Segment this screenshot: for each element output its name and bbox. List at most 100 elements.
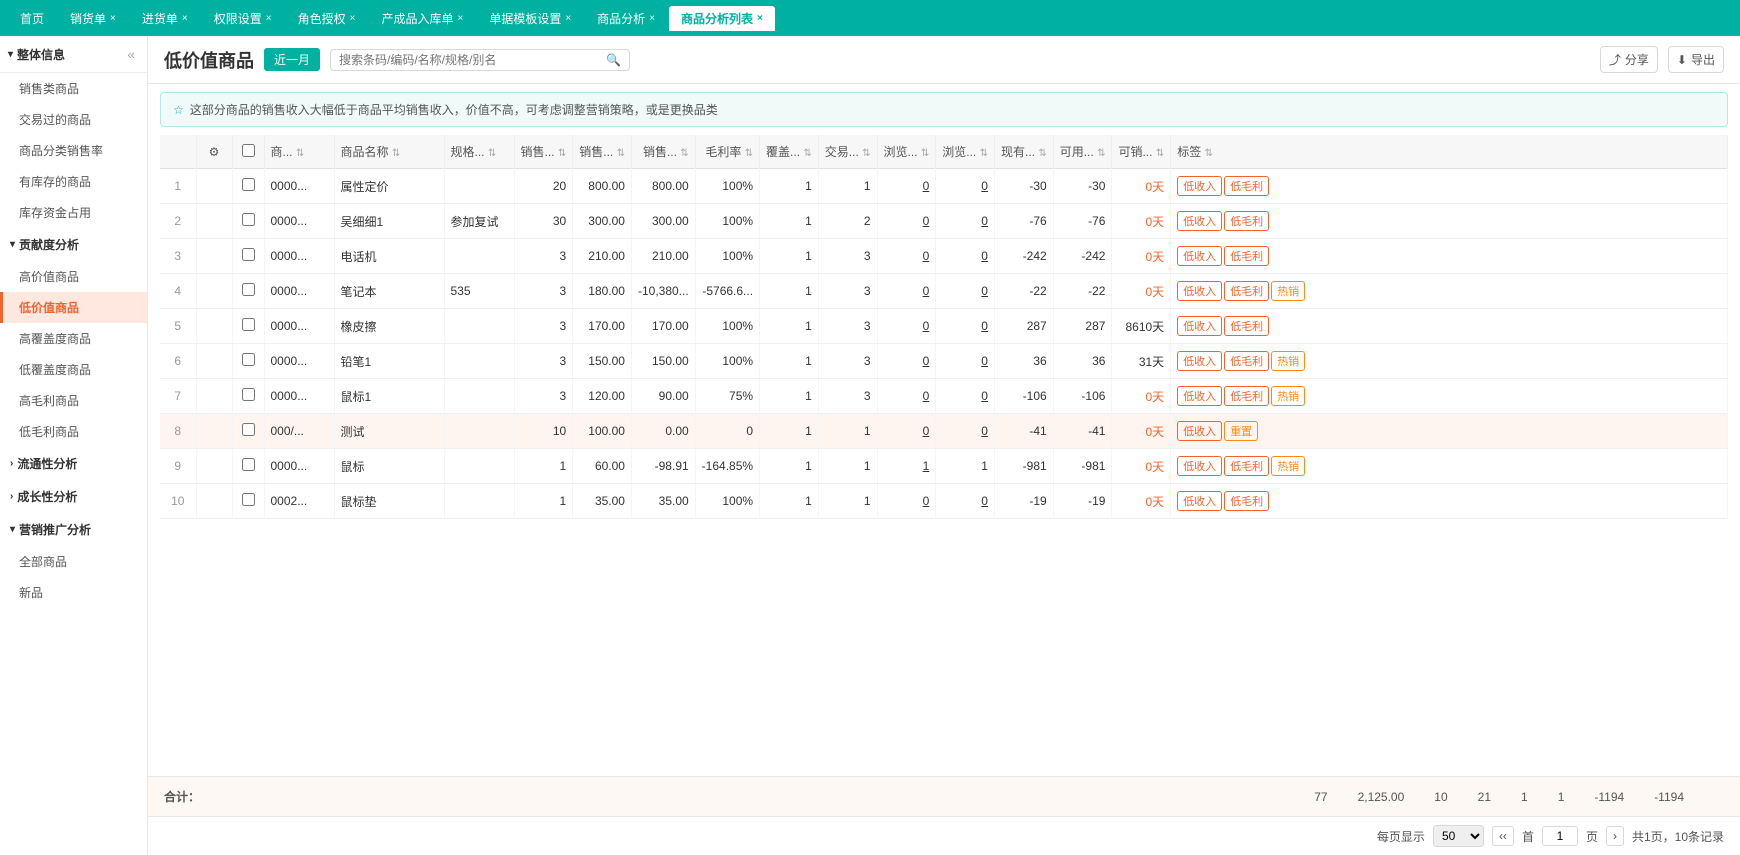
row-view1[interactable]: 0	[877, 204, 936, 239]
nav-sales[interactable]: 销货单 ×	[58, 6, 128, 31]
nav-auth-settings[interactable]: 权限设置 ×	[202, 6, 284, 31]
sidebar-item-stock-capital[interactable]: 库存资金占用	[0, 197, 147, 228]
col-stock-current-header[interactable]: 现有... ⇅	[994, 135, 1053, 169]
export-button[interactable]: ⬇ 导出	[1668, 46, 1724, 73]
row-checkbox[interactable]	[242, 213, 255, 226]
sidebar-group-growth[interactable]: › 成长性分析	[0, 480, 147, 513]
close-product-analysis-icon[interactable]: ×	[649, 13, 655, 24]
row-checkbox[interactable]	[242, 248, 255, 261]
row-checkbox[interactable]	[242, 423, 255, 436]
sidebar-item-category-sales-rate[interactable]: 商品分类销售率	[0, 135, 147, 166]
nav-role-auth[interactable]: 角色授权 ×	[286, 6, 368, 31]
col-coverage-header[interactable]: 覆盖... ⇅	[760, 135, 819, 169]
view1-link[interactable]: 0	[923, 494, 930, 508]
view1-link[interactable]: 0	[923, 249, 930, 263]
sidebar-item-all-products[interactable]: 全部商品	[0, 546, 147, 577]
period-button[interactable]: 近一月	[264, 48, 320, 71]
row-checkbox-cell[interactable]	[232, 484, 264, 519]
nav-template-settings[interactable]: 单据模板设置 ×	[477, 6, 583, 31]
view1-link[interactable]: 0	[923, 319, 930, 333]
col-checkbox-header[interactable]	[232, 135, 264, 169]
row-checkbox-cell[interactable]	[232, 414, 264, 449]
col-trade-header[interactable]: 交易... ⇅	[818, 135, 877, 169]
row-checkbox[interactable]	[242, 178, 255, 191]
sidebar-item-sales-products[interactable]: 销售类商品	[0, 73, 147, 104]
row-checkbox[interactable]	[242, 388, 255, 401]
row-checkbox-cell[interactable]	[232, 274, 264, 309]
row-checkbox[interactable]	[242, 458, 255, 471]
view1-link[interactable]: 1	[923, 459, 930, 473]
page-input[interactable]	[1542, 826, 1578, 846]
col-sale-amount-header[interactable]: 销售... ⇅	[631, 135, 695, 169]
col-name-header[interactable]: 商品名称 ⇅	[334, 135, 444, 169]
sidebar-item-new-products[interactable]: 新品	[0, 577, 147, 608]
row-checkbox-cell[interactable]	[232, 344, 264, 379]
row-checkbox-cell[interactable]	[232, 239, 264, 274]
sidebar-item-high-value[interactable]: 高价值商品	[0, 261, 147, 292]
col-profit-rate-header[interactable]: 毛利率 ⇅	[695, 135, 759, 169]
nav-product-analysis[interactable]: 商品分析 ×	[585, 6, 667, 31]
page-size-select[interactable]: 50 100 200	[1433, 825, 1484, 847]
sidebar-item-high-profit[interactable]: 高毛利商品	[0, 385, 147, 416]
sidebar-item-in-stock[interactable]: 有库存的商品	[0, 166, 147, 197]
view1-link[interactable]: 0	[923, 389, 930, 403]
row-view1[interactable]: 0	[877, 309, 936, 344]
row-checkbox-cell[interactable]	[232, 309, 264, 344]
sidebar-group-marketing[interactable]: ▾ 营销推广分析	[0, 513, 147, 546]
share-button[interactable]: ⤴ 分享	[1600, 46, 1658, 73]
row-view1[interactable]: 0	[877, 274, 936, 309]
sidebar-collapse-button[interactable]: «	[123, 42, 139, 66]
col-sale-price-header[interactable]: 销售... ⇅	[573, 135, 632, 169]
nav-product-inbound[interactable]: 产成品入库单 ×	[369, 6, 475, 31]
close-sales-icon[interactable]: ×	[110, 13, 116, 24]
nav-product-analysis-list[interactable]: 商品分析列表 ×	[669, 6, 775, 31]
row-view1[interactable]: 1	[877, 449, 936, 484]
col-stock-available-header[interactable]: 可用... ⇅	[1053, 135, 1112, 169]
close-product-inbound-icon[interactable]: ×	[457, 13, 463, 24]
row-view1[interactable]: 0	[877, 239, 936, 274]
sidebar-item-low-profit[interactable]: 低毛利商品	[0, 416, 147, 447]
nav-purchase[interactable]: 进货单 ×	[130, 6, 200, 31]
sidebar-item-low-value[interactable]: 低价值商品	[0, 292, 147, 323]
view1-link[interactable]: 0	[923, 284, 930, 298]
row-view1[interactable]: 0	[877, 169, 936, 204]
next-page-button[interactable]: ›	[1606, 826, 1624, 846]
col-code-header[interactable]: 商... ⇅	[264, 135, 334, 169]
close-analysis-list-icon[interactable]: ×	[757, 13, 763, 24]
row-checkbox-cell[interactable]	[232, 169, 264, 204]
row-view1[interactable]: 0	[877, 414, 936, 449]
sidebar-item-high-coverage[interactable]: 高覆盖度商品	[0, 323, 147, 354]
close-purchase-icon[interactable]: ×	[182, 13, 188, 24]
row-checkbox[interactable]	[242, 318, 255, 331]
col-spec-header[interactable]: 规格... ⇅	[444, 135, 514, 169]
row-checkbox-cell[interactable]	[232, 379, 264, 414]
row-view1[interactable]: 0	[877, 379, 936, 414]
close-role-auth-icon[interactable]: ×	[350, 13, 356, 24]
col-settings-header[interactable]: ⚙	[196, 135, 232, 169]
row-view1[interactable]: 0	[877, 344, 936, 379]
sidebar-group-overall[interactable]: ▾ 整体信息	[8, 46, 65, 63]
close-auth-settings-icon[interactable]: ×	[266, 13, 272, 24]
search-input[interactable]	[339, 53, 600, 67]
row-checkbox[interactable]	[242, 283, 255, 296]
col-view1-header[interactable]: 浏览... ⇅	[877, 135, 936, 169]
row-checkbox[interactable]	[242, 493, 255, 506]
view1-link[interactable]: 0	[923, 354, 930, 368]
sidebar-item-low-coverage[interactable]: 低覆盖度商品	[0, 354, 147, 385]
nav-home[interactable]: 首页	[8, 6, 56, 31]
col-stock-saleable-header[interactable]: 可销... ⇅	[1112, 135, 1171, 169]
col-view2-header[interactable]: 浏览... ⇅	[936, 135, 995, 169]
close-template-icon[interactable]: ×	[565, 13, 571, 24]
row-checkbox-cell[interactable]	[232, 449, 264, 484]
view1-link[interactable]: 0	[923, 179, 930, 193]
row-checkbox[interactable]	[242, 353, 255, 366]
row-view1[interactable]: 0	[877, 484, 936, 519]
col-sale-qty-header[interactable]: 销售... ⇅	[514, 135, 573, 169]
view1-link[interactable]: 0	[923, 214, 930, 228]
first-page-button[interactable]: ‹‹	[1492, 826, 1514, 846]
sidebar-group-contribution[interactable]: ▾ 贡献度分析	[0, 228, 147, 261]
search-icon[interactable]: 🔍	[606, 53, 621, 67]
col-tags-header[interactable]: 标签 ⇅	[1171, 135, 1728, 169]
row-checkbox-cell[interactable]	[232, 204, 264, 239]
sidebar-group-circulation[interactable]: › 流通性分析	[0, 447, 147, 480]
